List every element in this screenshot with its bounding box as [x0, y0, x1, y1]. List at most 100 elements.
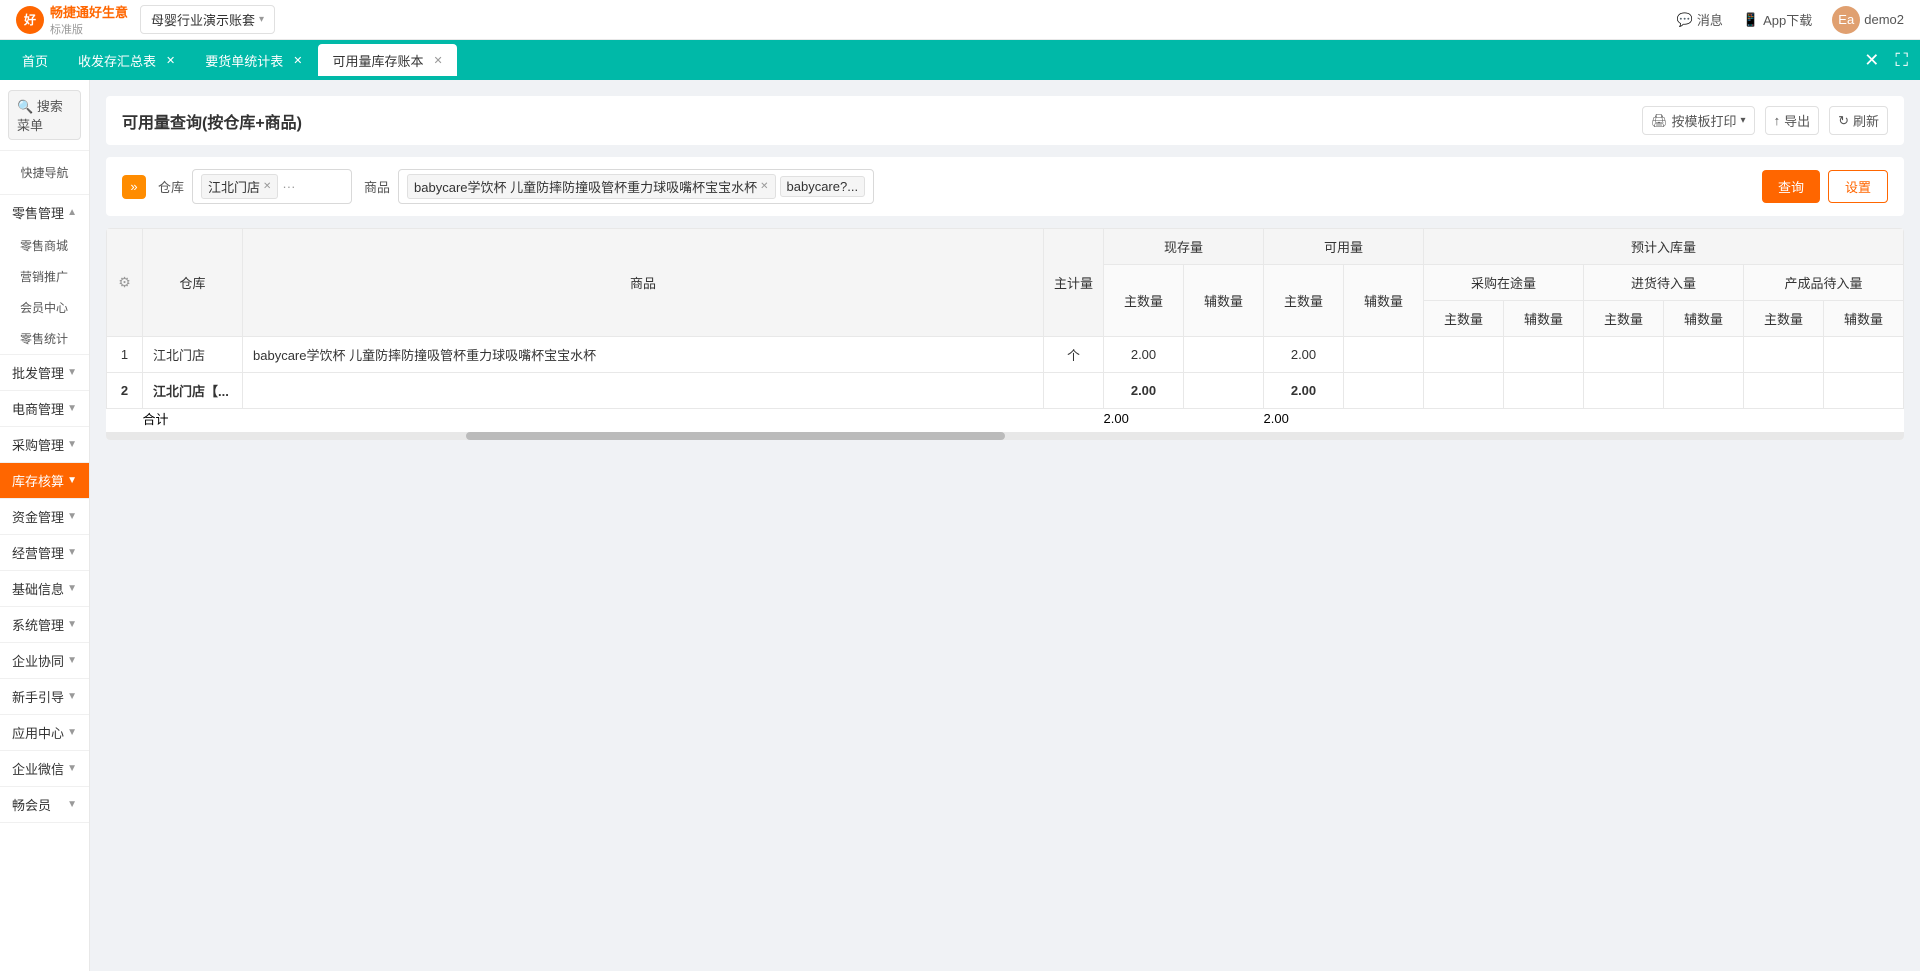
tab-order-stats[interactable]: 要货单统计表 ✕ [191, 44, 316, 76]
row-2-prod-main [1744, 373, 1824, 409]
row-2-warehouse: 江北门店【... [143, 373, 243, 409]
th-planned-inbound: 预计入库量 [1424, 229, 1904, 265]
summary-pur-sub [1504, 409, 1584, 429]
sidebar-group-system-header[interactable]: 系统管理 ▼ [0, 607, 89, 642]
sidebar-group-wholesale: 批发管理 ▼ [0, 355, 89, 391]
warehouse-filter: 仓库 江北门店 ✕ ··· [158, 169, 352, 204]
data-table: ⚙ 仓库 商品 主计量 现存量 可用量 预计入库量 主数量 辅数量 [106, 228, 1904, 428]
summary-stock-sub [1184, 409, 1264, 429]
sidebar-group-newbie-header[interactable]: 新手引导 ▼ [0, 679, 89, 714]
logo-icon: 好 [16, 6, 44, 34]
sidebar-group-ecommerce-header[interactable]: 电商管理 ▼ [0, 391, 89, 426]
tab-available-stock[interactable]: 可用量库存账本 ✕ [318, 44, 456, 76]
export-button[interactable]: ↑ 导出 [1765, 106, 1820, 135]
tab-order-stats-close[interactable]: ✕ [293, 54, 302, 67]
product-input[interactable]: babycare学饮杯 儿童防摔防撞吸管杯重力球吸嘴杯宝宝水杯 ✕ babyca… [398, 169, 874, 204]
row-2-index: 2 [107, 373, 143, 409]
th-main-unit: 主计量 [1043, 229, 1103, 337]
th-product-pending: 产成品待入量 [1744, 265, 1904, 301]
product-filter: 商品 babycare学饮杯 儿童防摔防撞吸管杯重力球吸嘴杯宝宝水杯 ✕ bab… [364, 169, 874, 204]
sidebar-group-retail-header[interactable]: 零售管理 ▲ [0, 195, 89, 230]
warehouse-more[interactable]: ··· [282, 179, 295, 194]
th-inbound-main: 主数量 [1584, 301, 1664, 337]
th-inbound-sub: 辅数量 [1664, 301, 1744, 337]
query-button[interactable]: 查询 [1762, 170, 1820, 203]
sidebar-group-wechat-header[interactable]: 企业微信 ▼ [0, 751, 89, 786]
sidebar-group-ecommerce: 电商管理 ▼ [0, 391, 89, 427]
th-purchase-main: 主数量 [1424, 301, 1504, 337]
th-avail-main: 主数量 [1264, 265, 1344, 337]
sidebar-group-operations: 经营管理 ▼ [0, 535, 89, 571]
row-2-avail-main: 2.00 [1264, 373, 1344, 409]
chevron-down-icon-apps: ▼ [67, 727, 77, 738]
row-2-inb-main [1584, 373, 1664, 409]
sidebar-item-retail-mall[interactable]: 零售商城 [0, 230, 89, 261]
sidebar-group-finance-header[interactable]: 资金管理 ▼ [0, 499, 89, 534]
sidebar-group-finance: 资金管理 ▼ [0, 499, 89, 535]
industry-selector[interactable]: 母婴行业演示账套 ▾ [140, 5, 275, 34]
th-avail-sub: 辅数量 [1344, 265, 1424, 337]
chevron-down-icon-inventory: ▼ [67, 475, 77, 486]
print-button[interactable]: 🖨 按模板打印 ▾ [1642, 106, 1755, 135]
warehouse-label: 仓库 [158, 177, 184, 196]
logo-text: 畅捷通好生意 标准版 [50, 2, 128, 37]
chevron-down-icon-vip: ▼ [67, 799, 77, 810]
th-inbound-pending: 进货待入量 [1584, 265, 1744, 301]
column-settings-icon[interactable]: ⚙ [118, 274, 131, 290]
tab-available-stock-close[interactable]: ✕ [434, 54, 443, 67]
row-2-stock-sub [1184, 373, 1264, 409]
sidebar-group-enterprise: 企业协同 ▼ [0, 643, 89, 679]
sidebar: 🔍 搜索菜单 快捷导航 零售管理 ▲ 零售商城 营销推广 会员中心 零售统计 批… [0, 80, 90, 971]
row-1-avail-main: 2.00 [1264, 337, 1344, 373]
product-tag-1-remove[interactable]: ✕ [760, 181, 768, 192]
row-1-inb-main [1584, 337, 1664, 373]
warehouse-input[interactable]: 江北门店 ✕ ··· [192, 169, 352, 204]
th-stock-main: 主数量 [1104, 265, 1184, 337]
sidebar-group-basic-info-header[interactable]: 基础信息 ▼ [0, 571, 89, 606]
sidebar-group-purchase-header[interactable]: 采购管理 ▼ [0, 427, 89, 462]
filter-expand-button[interactable]: » [122, 175, 146, 199]
user-profile[interactable]: Ea demo2 [1832, 6, 1904, 34]
row-1-pur-sub [1504, 337, 1584, 373]
summary-empty-1 [107, 409, 143, 429]
close-tab-button[interactable]: ✕ [1860, 46, 1883, 75]
sidebar-group-appstore: 应用中心 ▼ [0, 715, 89, 751]
th-warehouse: 仓库 [143, 229, 243, 337]
product-tag-1: babycare学饮杯 儿童防摔防撞吸管杯重力球吸嘴杯宝宝水杯 ✕ [407, 174, 775, 199]
sidebar-item-member-center[interactable]: 会员中心 [0, 292, 89, 323]
row-1-avail-sub [1344, 337, 1424, 373]
sidebar-group-enterprise-header[interactable]: 企业协同 ▼ [0, 643, 89, 678]
main-layout: 🔍 搜索菜单 快捷导航 零售管理 ▲ 零售商城 营销推广 会员中心 零售统计 批… [0, 80, 1920, 971]
product-tag-2: babycare?... [780, 176, 866, 197]
sidebar-item-quick-nav[interactable]: 快捷导航 [0, 157, 89, 188]
chevron-down-icon-system: ▼ [67, 619, 77, 630]
tab-summary-close[interactable]: ✕ [166, 54, 175, 67]
sidebar-group-vip: 畅会员 ▼ [0, 787, 89, 823]
horizontal-scrollbar[interactable] [106, 432, 1904, 440]
table-row: 1 江北门店 babycare学饮杯 儿童防摔防撞吸管杯重力球吸嘴杯宝宝水杯 个… [107, 337, 1904, 373]
sidebar-group-appstore-header[interactable]: 应用中心 ▼ [0, 715, 89, 750]
page-actions: 🖨 按模板打印 ▾ ↑ 导出 ↻ 刷新 [1642, 106, 1888, 135]
refresh-button[interactable]: ↻ 刷新 [1829, 106, 1888, 135]
sidebar-group-operations-header[interactable]: 经营管理 ▼ [0, 535, 89, 570]
filter-buttons: 查询 设置 [1762, 170, 1888, 203]
tab-home[interactable]: 首页 [8, 44, 62, 76]
message-button[interactable]: 💬 消息 [1677, 10, 1723, 29]
sidebar-group-inventory-header[interactable]: 库存核算 ▼ [0, 463, 89, 498]
sidebar-quick-nav: 快捷导航 [0, 151, 89, 195]
sidebar-item-marketing[interactable]: 营销推广 [0, 261, 89, 292]
th-prod-main: 主数量 [1744, 301, 1824, 337]
settings-button[interactable]: 设置 [1828, 170, 1888, 203]
chevron-down-icon-wechat: ▼ [67, 763, 77, 774]
sidebar-group-vip-header[interactable]: 畅会员 ▼ [0, 787, 89, 822]
warehouse-tag-remove[interactable]: ✕ [263, 181, 271, 192]
search-menu-button[interactable]: 🔍 搜索菜单 [8, 90, 81, 140]
expand-tab-button[interactable]: ⛶ [1891, 46, 1912, 75]
app-download-button[interactable]: 📱 App下载 [1743, 10, 1812, 29]
avatar: Ea [1832, 6, 1860, 34]
th-product: 商品 [243, 229, 1044, 337]
chevron-down-icon-ops: ▼ [67, 547, 77, 558]
sidebar-group-wholesale-header[interactable]: 批发管理 ▼ [0, 355, 89, 390]
tab-summary[interactable]: 收发存汇总表 ✕ [64, 44, 189, 76]
sidebar-item-retail-stats[interactable]: 零售统计 [0, 323, 89, 354]
